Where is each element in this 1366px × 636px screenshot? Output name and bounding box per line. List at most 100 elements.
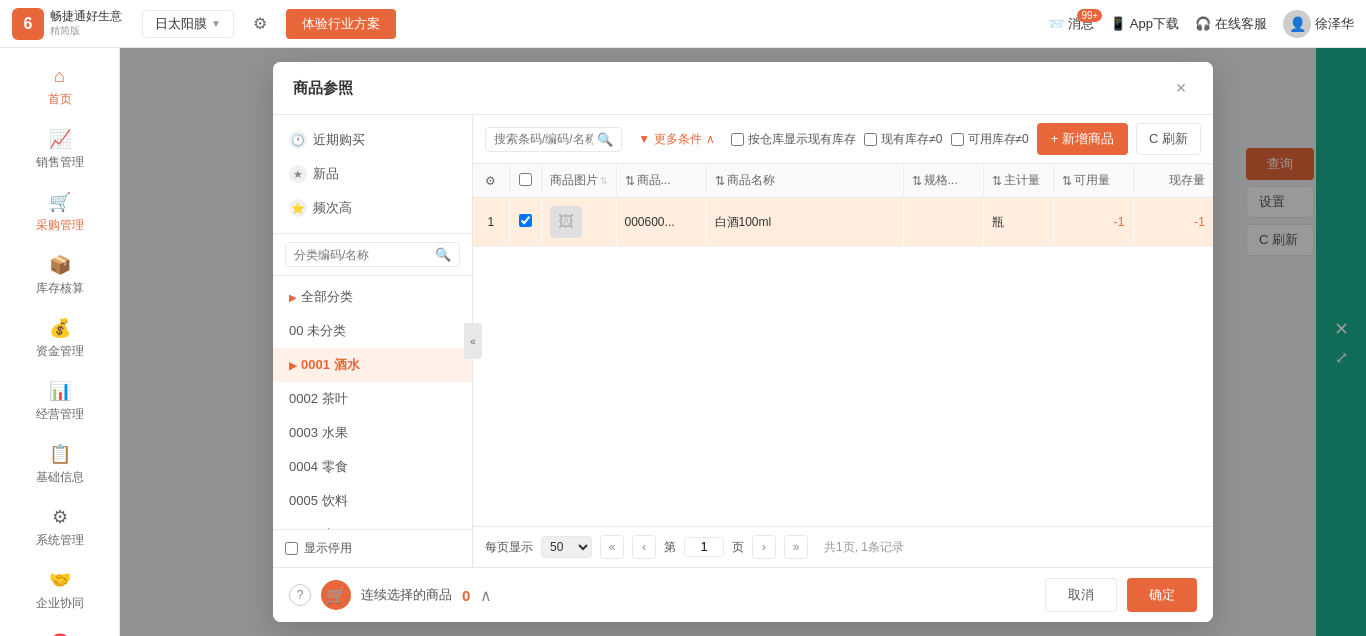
category-snack-label: 0004 零食 <box>289 458 348 476</box>
sidebar-item-collab[interactable]: 🤝 企业协同 <box>0 559 119 622</box>
content-area: 查询 设置 C 刷新 ✕ ⤢ 商品参照 × <box>120 48 1366 636</box>
row-checkbox[interactable] <box>519 214 532 227</box>
available-stock-checkbox[interactable] <box>951 133 964 146</box>
col-header-available: ⇅ 可用量 <box>1053 164 1133 198</box>
row-stock: -1 <box>1133 198 1213 247</box>
settings-gear-icon[interactable]: ⚙ <box>485 174 496 188</box>
sidebar-label-finance: 资金管理 <box>36 343 84 360</box>
col-header-spec: ⇅ 规格... <box>903 164 983 198</box>
sidebar-item-sales[interactable]: 📈 销售管理 <box>0 118 119 181</box>
col-spec-sort-icon: ⇅ <box>912 174 922 188</box>
sidebar-item-home[interactable]: ⌂ 首页 <box>0 56 119 118</box>
user-nav-item[interactable]: 👤 徐泽华 <box>1283 10 1354 38</box>
category-search-box: 🔍 <box>285 242 460 267</box>
arrow-icon-active: ▶ <box>289 360 297 371</box>
product-table-area: ⚙ 商品图片 <box>473 164 1213 526</box>
sidebar-item-purchase[interactable]: 🛒 采购管理 <box>0 181 119 244</box>
mobile-icon: 📱 <box>1110 16 1126 31</box>
row-name: 白酒100ml <box>706 198 903 247</box>
sidebar-label-basic: 基础信息 <box>36 469 84 486</box>
last-page-button[interactable]: » <box>784 535 808 559</box>
online-service-nav-item[interactable]: 🎧 在线客服 <box>1195 15 1267 33</box>
selected-count: 0 <box>462 587 470 604</box>
clock-icon: 🕐 <box>289 131 307 149</box>
next-page-button[interactable]: › <box>752 535 776 559</box>
per-page-select[interactable]: 50 100 200 <box>541 536 592 558</box>
category-search-input[interactable] <box>294 248 431 262</box>
collapse-footer-icon[interactable]: ∧ <box>480 586 492 605</box>
add-product-button[interactable]: + 新增商品 <box>1037 123 1128 155</box>
warehouse-stock-checkbox[interactable] <box>731 133 744 146</box>
existing-stock-checkbox[interactable] <box>864 133 877 146</box>
trial-button[interactable]: 体验行业方案 <box>286 9 396 39</box>
refresh-button[interactable]: C 刷新 <box>1136 123 1201 155</box>
help-icon[interactable]: ? <box>289 584 311 606</box>
app-download-nav-item[interactable]: 📱 App下载 <box>1110 15 1179 33</box>
main-layout: ⌂ 首页 📈 销售管理 🛒 采购管理 📦 库存核算 💰 资金管理 📊 经营管理 … <box>0 48 1366 636</box>
sidebar-item-business[interactable]: 📊 经营管理 <box>0 370 119 433</box>
sidebar-item-inventory[interactable]: 📦 库存核算 <box>0 244 119 307</box>
warehouse-stock-checkbox-group: 按仓库显示现有库存 <box>731 131 856 148</box>
selected-label: 连续选择的商品 <box>361 586 452 604</box>
product-search-input[interactable] <box>494 132 593 146</box>
sidebar-item-guide[interactable]: 🎯 新手引导 <box>0 622 119 636</box>
top-navigation: 6 畅捷通好生意 精简版 日太阳膜 ▼ ⚙ 体验行业方案 📨 消息 99+ 📱 … <box>0 0 1366 48</box>
quick-nav-recent-label: 近期购买 <box>313 131 365 149</box>
table-row[interactable]: 1 🖼 000600... 白酒100ml <box>473 198 1213 247</box>
toolbar: 🔍 ▼ 更多条件 ∧ 按仓库显示现有库存 <box>473 115 1213 164</box>
store-selector[interactable]: 日太阳膜 ▼ <box>142 10 234 38</box>
cancel-button[interactable]: 取消 <box>1045 578 1117 612</box>
confirm-button[interactable]: 确定 <box>1127 578 1197 612</box>
category-liquor-label: 0001 酒水 <box>301 356 360 374</box>
messages-nav-item[interactable]: 📨 消息 99+ <box>1048 15 1094 33</box>
first-page-button[interactable]: « <box>600 535 624 559</box>
total-info: 共1页, 1条记录 <box>824 539 904 556</box>
category-search-icon[interactable]: 🔍 <box>435 247 451 262</box>
category-beverage[interactable]: 0005 饮料 <box>273 484 472 518</box>
quick-nav-new[interactable]: ★ 新品 <box>273 157 472 191</box>
quick-nav-frequent-label: 频次高 <box>313 199 352 217</box>
show-disabled-label: 显示停用 <box>304 540 352 557</box>
basic-icon: 📋 <box>49 443 71 465</box>
col-header-num: ⚙ <box>473 164 509 198</box>
page-number-input[interactable] <box>684 537 724 557</box>
sidebar-label-home: 首页 <box>48 91 72 108</box>
finance-icon: 💰 <box>49 317 71 339</box>
sidebar-label-sales: 销售管理 <box>36 154 84 171</box>
category-tea[interactable]: 0002 茶叶 <box>273 382 472 416</box>
pagination: 每页显示 50 100 200 « ‹ 第 页 › <box>473 526 1213 567</box>
category-unclassified[interactable]: 00 未分类 <box>273 314 472 348</box>
prev-page-button[interactable]: ‹ <box>632 535 656 559</box>
category-fruit[interactable]: 0003 水果 <box>273 416 472 450</box>
search-icon[interactable]: 🔍 <box>597 132 613 147</box>
sidebar-item-basic[interactable]: 📋 基础信息 <box>0 433 119 496</box>
category-liquor[interactable]: ▶ 0001 酒水 <box>273 348 472 382</box>
sidebar-label-system: 系统管理 <box>36 532 84 549</box>
modal-title: 商品参照 <box>293 79 353 98</box>
modal-close-button[interactable]: × <box>1169 76 1193 100</box>
show-disabled-checkbox[interactable] <box>285 542 298 555</box>
quick-nav-frequent[interactable]: ⭐ 频次高 <box>273 191 472 225</box>
collapse-panel-button[interactable]: « <box>464 323 482 359</box>
more-filter-button[interactable]: ▼ 更多条件 ∧ <box>630 127 723 152</box>
category-all[interactable]: ▶ 全部分类 <box>273 280 472 314</box>
category-snack[interactable]: 0004 零食 <box>273 450 472 484</box>
modal-overlay: 商品参照 × 🕐 近期购买 ★ <box>120 48 1366 636</box>
store-name: 日太阳膜 <box>155 15 207 33</box>
cart-icon: 🛒 <box>326 586 346 605</box>
home-icon: ⌂ <box>54 66 65 87</box>
sidebar-item-system[interactable]: ⚙ 系统管理 <box>0 496 119 559</box>
arrow-icon: ▶ <box>289 292 297 303</box>
table-header-row: ⚙ 商品图片 <box>473 164 1213 198</box>
cart-button[interactable]: 🛒 <box>321 580 351 610</box>
quick-nav: 🕐 近期购买 ★ 新品 ⭐ 频次高 <box>273 115 472 234</box>
select-all-checkbox[interactable] <box>519 173 532 186</box>
quick-nav-new-label: 新品 <box>313 165 339 183</box>
col-unit-sort-icon: ⇅ <box>992 174 1002 188</box>
settings-icon[interactable]: ⚙ <box>244 8 276 40</box>
purchase-icon: 🛒 <box>49 191 71 213</box>
modal-footer: ? 🛒 连续选择的商品 0 ∧ 取消 确定 <box>273 567 1213 622</box>
category-water[interactable]: 0008 水 <box>273 518 472 529</box>
quick-nav-recent[interactable]: 🕐 近期购买 <box>273 123 472 157</box>
sidebar-item-finance[interactable]: 💰 资金管理 <box>0 307 119 370</box>
